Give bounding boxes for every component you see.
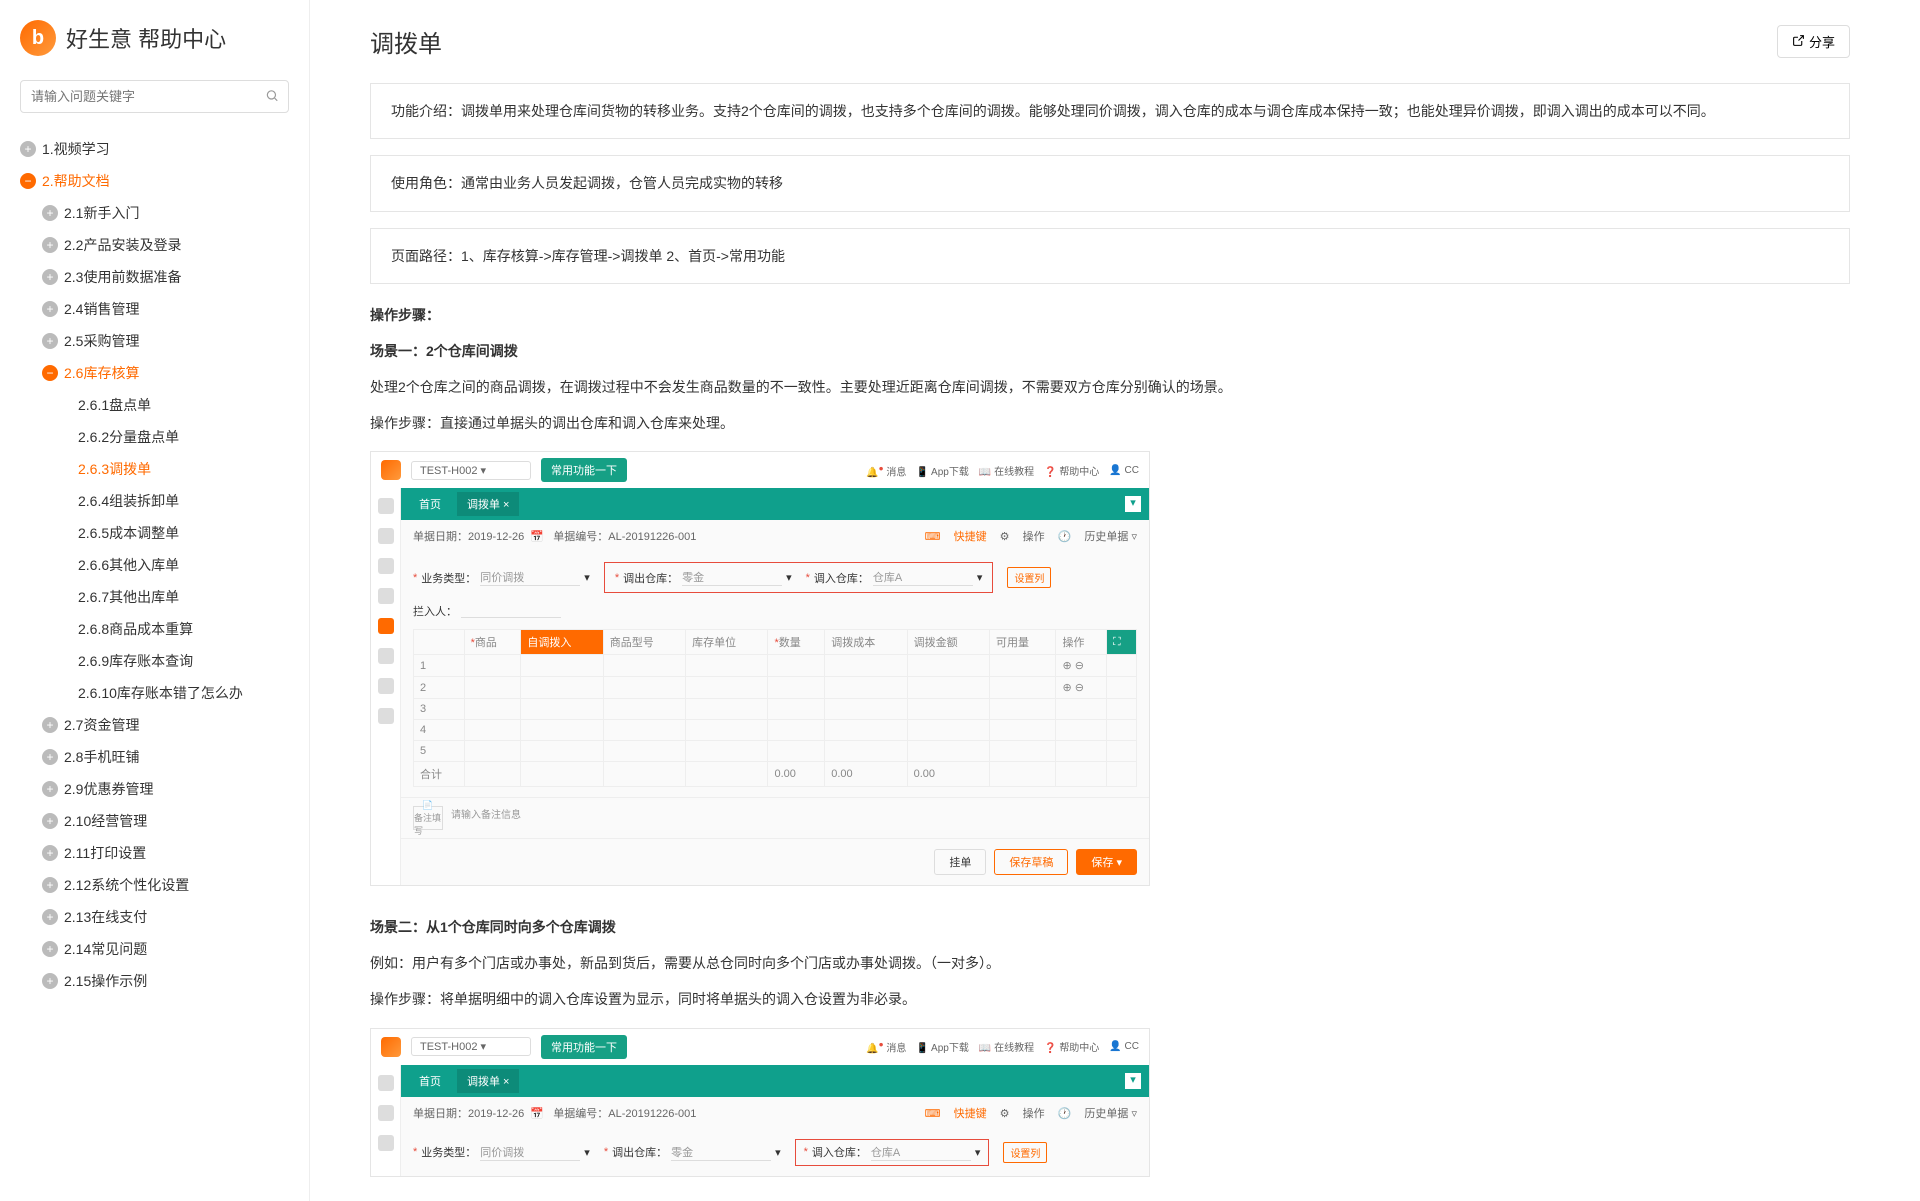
ss-action: 常用功能一下 xyxy=(541,458,627,482)
nav-2-6-3[interactable]: 2.6.3调拨单 xyxy=(20,453,289,485)
nav-2-12[interactable]: +2.12系统个性化设置 xyxy=(20,869,289,901)
nav-2-6-2[interactable]: 2.6.2分量盘点单 xyxy=(20,421,289,453)
scenario2-step: 操作步骤：将单据明细中的调入仓库设置为显示，同时将单据头的调入仓设置为非必录。 xyxy=(370,988,1850,1012)
scenario1-desc: 处理2个仓库之间的商品调拨，在调拨过程中不会发生商品数量的不一致性。主要处理近距… xyxy=(370,376,1850,400)
nav-2-7[interactable]: +2.7资金管理 xyxy=(20,709,289,741)
ss-tab-home: 首页 xyxy=(409,492,451,516)
brand-icon: b xyxy=(20,20,56,56)
nav-2-1[interactable]: +2.1新手入门 xyxy=(20,197,289,229)
screenshot-2: TEST-H002 ▾ 常用功能一下 🔔● 消息 📱 App下载 📖 在线教程 … xyxy=(370,1028,1150,1177)
nav-2-6-6[interactable]: 2.6.6其他入库单 xyxy=(20,549,289,581)
scenario1-title: 场景一：2个仓库间调拨 xyxy=(370,340,1850,364)
brand: b 好生意 帮助中心 xyxy=(20,20,289,56)
search-box xyxy=(20,80,289,113)
nav-2-11[interactable]: +2.11打印设置 xyxy=(20,837,289,869)
search-icon[interactable] xyxy=(265,88,279,105)
nav-2-9[interactable]: +2.9优惠券管理 xyxy=(20,773,289,805)
ss-brand-icon xyxy=(381,460,401,480)
nav-2-15[interactable]: +2.15操作示例 xyxy=(20,965,289,997)
nav-2-6[interactable]: −2.6库存核算 xyxy=(20,357,289,389)
scenario1-step: 操作步骤：直接通过单据头的调出仓库和调入仓库来处理。 xyxy=(370,412,1850,436)
ss-btn-draft: 保存草稿 xyxy=(994,849,1068,875)
nav-2-10[interactable]: +2.10经营管理 xyxy=(20,805,289,837)
nav-2-3[interactable]: +2.3使用前数据准备 xyxy=(20,261,289,293)
nav-2-6-10[interactable]: 2.6.10库存账本错了怎么办 xyxy=(20,677,289,709)
nav-2-14[interactable]: +2.14常见问题 xyxy=(20,933,289,965)
nav-video[interactable]: +1.视频学习 xyxy=(20,133,289,165)
share-icon xyxy=(1792,34,1805,50)
screenshot-1: TEST-H002 ▾ 常用功能一下 🔔● 消息 📱 App下载 📖 在线教程 … xyxy=(370,451,1150,886)
nav-2-6-4[interactable]: 2.6.4组装拆卸单 xyxy=(20,485,289,517)
info-role: 使用角色：通常由业务人员发起调拨，仓管人员完成实物的转移 xyxy=(370,155,1850,211)
nav-2-6-5[interactable]: 2.6.5成本调整单 xyxy=(20,517,289,549)
scenario2-desc: 例如：用户有多个门店或办事处，新品到货后，需要从总仓同时向多个门店或办事处调拨。… xyxy=(370,952,1850,976)
nav-2-6-7[interactable]: 2.6.7其他出库单 xyxy=(20,581,289,613)
nav-2-6-9[interactable]: 2.6.9库存账本查询 xyxy=(20,645,289,677)
nav-2-13[interactable]: +2.13在线支付 xyxy=(20,901,289,933)
ss-btn-save: 保存 ▾ xyxy=(1076,849,1137,875)
ss-btn-close: 挂单 xyxy=(934,849,986,875)
info-path: 页面路径：1、库存核算->库存管理->调拨单 2、首页->常用功能 xyxy=(370,228,1850,284)
search-input[interactable] xyxy=(20,80,289,113)
nav-2-6-1[interactable]: 2.6.1盘点单 xyxy=(20,389,289,421)
ss-tab-db: 调拨单 × xyxy=(457,492,519,516)
info-function: 功能介绍：调拨单用来处理仓库间货物的转移业务。支持2个仓库间的调拨，也支持多个仓… xyxy=(370,83,1850,139)
page-title: 调拨单 xyxy=(370,24,442,59)
nav-2-2[interactable]: +2.2产品安装及登录 xyxy=(20,229,289,261)
steps-heading: 操作步骤： xyxy=(370,304,1850,328)
nav-2-4[interactable]: +2.4销售管理 xyxy=(20,293,289,325)
share-button[interactable]: 分享 xyxy=(1777,25,1850,58)
nav-2-6-8[interactable]: 2.6.8商品成本重算 xyxy=(20,613,289,645)
brand-title: 好生意 帮助中心 xyxy=(66,22,226,54)
nav-2-8[interactable]: +2.8手机旺铺 xyxy=(20,741,289,773)
nav-docs[interactable]: −2.帮助文档 xyxy=(20,165,289,197)
scenario2-title: 场景二：从1个仓库同时向多个仓库调拨 xyxy=(370,916,1850,940)
nav-2-5[interactable]: +2.5采购管理 xyxy=(20,325,289,357)
ss-org-dropdown: TEST-H002 ▾ xyxy=(411,461,531,480)
